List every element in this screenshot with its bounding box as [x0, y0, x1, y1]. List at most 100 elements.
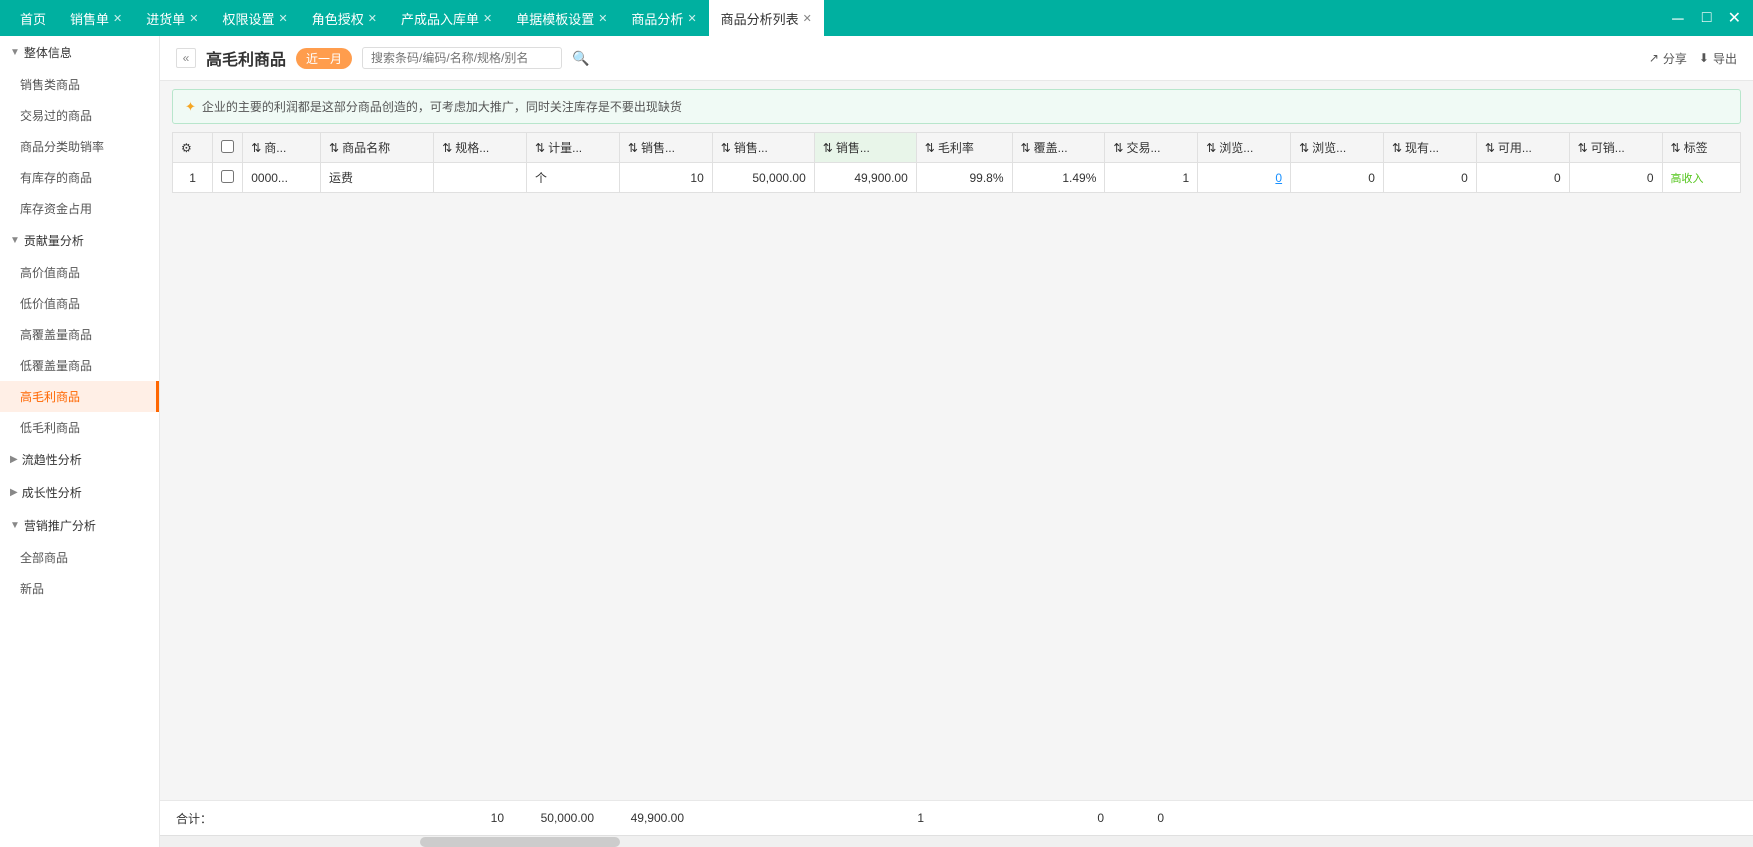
nav-purchase-label: 进货单 [146, 9, 185, 28]
cell-coverage: 1.49% [1012, 163, 1105, 193]
window-controls: － □ ✕ [1666, 6, 1745, 30]
sidebar-section-contribution[interactable]: ▼ 贡献量分析 [0, 224, 159, 257]
nav-permissions[interactable]: 权限设置 ✕ [210, 0, 299, 36]
col-coverage[interactable]: ⇅ 覆盖... [1012, 133, 1105, 163]
col-transactions-sort: ⇅ [1113, 141, 1123, 155]
sidebar-section-marketing-label: 营销推广分析 [24, 517, 96, 534]
row-checkbox[interactable] [221, 170, 234, 183]
window-maximize[interactable]: □ [1698, 9, 1716, 27]
window-minimize[interactable]: － [1666, 6, 1690, 30]
col-gross-margin[interactable]: ⇅ 毛利率 [916, 133, 1012, 163]
search-input[interactable] [362, 47, 562, 69]
sidebar-item-in-stock-goods[interactable]: 有库存的商品 [0, 162, 159, 193]
col-transactions[interactable]: ⇅ 交易... [1105, 133, 1198, 163]
sidebar-item-all-goods[interactable]: 全部商品 [0, 542, 159, 573]
col-tag-sort: ⇅ [1671, 141, 1681, 155]
sidebar-section-growth[interactable]: ▶ 成长性分析 [0, 476, 159, 509]
col-checkbox[interactable] [213, 133, 243, 163]
cell-sales-cost: 49,900.00 [814, 163, 916, 193]
nav-product-analysis-list[interactable]: 商品分析列表 ✕ [709, 0, 824, 36]
col-views1[interactable]: ⇅ 浏览... [1198, 133, 1291, 163]
sidebar-section-marketing[interactable]: ▼ 营销推广分析 [0, 509, 159, 542]
nav-product-analysis-list-close[interactable]: ✕ [803, 12, 812, 25]
horizontal-scrollbar[interactable] [160, 835, 1753, 847]
sidebar-section-marketing-arrow: ▼ [10, 520, 20, 531]
horizontal-scrollbar-thumb[interactable] [420, 837, 620, 847]
sidebar-item-new-products[interactable]: 新品 [0, 573, 159, 604]
col-sales-cost[interactable]: ⇅ 销售... [814, 133, 916, 163]
search-icon[interactable]: 🔍 [572, 50, 589, 67]
nav-roles-close[interactable]: ✕ [368, 12, 377, 25]
share-button[interactable]: ↗ 分享 [1649, 50, 1687, 67]
sidebar-section-growth-arrow: ▶ [10, 487, 18, 498]
col-name[interactable]: ⇅ 商品名称 [321, 133, 434, 163]
col-unit[interactable]: ⇅ 计量... [527, 133, 620, 163]
col-current-stock[interactable]: ⇅ 现有... [1383, 133, 1476, 163]
sidebar-item-traded-goods[interactable]: 交易过的商品 [0, 100, 159, 131]
col-saleable-stock[interactable]: ⇅ 可销... [1569, 133, 1662, 163]
nav-permissions-close[interactable]: ✕ [279, 12, 288, 25]
footer-spacer2 [692, 809, 872, 827]
col-gross-margin-sort: ⇅ [925, 141, 935, 155]
nav-home[interactable]: 首页 [8, 0, 58, 36]
col-name-sort: ⇅ [329, 141, 339, 155]
sidebar-item-sales-goods[interactable]: 销售类商品 [0, 69, 159, 100]
col-sales-qty[interactable]: ⇅ 销售... [619, 133, 712, 163]
col-views2[interactable]: ⇅ 浏览... [1291, 133, 1384, 163]
nav-product-inbound-close[interactable]: ✕ [483, 12, 492, 25]
nav-product-analysis[interactable]: 商品分析 ✕ [619, 0, 708, 36]
select-all-checkbox[interactable] [221, 140, 234, 153]
table-row: 1 0000... 运费 [173, 163, 1741, 193]
nav-sales-close[interactable]: ✕ [113, 12, 122, 25]
nav-purchase-close[interactable]: ✕ [189, 12, 198, 25]
nav-sales[interactable]: 销售单 ✕ [58, 0, 134, 36]
top-navigation: 首页 销售单 ✕ 进货单 ✕ 权限设置 ✕ 角色授权 ✕ 产成品入库单 ✕ 单据… [0, 0, 1753, 36]
cell-views1[interactable]: 0 [1198, 163, 1291, 193]
sidebar-section-overview[interactable]: ▼ 整体信息 [0, 36, 159, 69]
nav-product-inbound[interactable]: 产成品入库单 ✕ [389, 0, 504, 36]
nav-product-analysis-label: 商品分析 [631, 9, 683, 28]
export-icon: ⬇ [1699, 51, 1709, 65]
data-table: ⚙ ⇅ 商... ⇅ [172, 132, 1741, 193]
col-available-stock[interactable]: ⇅ 可用... [1476, 133, 1569, 163]
col-code[interactable]: ⇅ 商... [243, 133, 321, 163]
sidebar-item-category-rate[interactable]: 商品分类助销率 [0, 131, 159, 162]
sidebar-item-inventory-capital[interactable]: 库存资金占用 [0, 193, 159, 224]
col-settings[interactable]: ⚙ [173, 133, 213, 163]
footer-sales-amount: 50,000.00 [512, 809, 602, 827]
window-close[interactable]: ✕ [1724, 8, 1745, 28]
cell-checkbox[interactable] [213, 163, 243, 193]
col-spec[interactable]: ⇅ 规格... [434, 133, 527, 163]
info-banner: ✦ 企业的主要的利润都是这部分商品创造的，可考虑加大推广，同时关注库存是不要出现… [172, 89, 1741, 124]
filter-period-button[interactable]: 近一月 [296, 48, 352, 69]
sidebar-section-trend[interactable]: ▶ 流趋性分析 [0, 443, 159, 476]
sidebar-item-low-margin[interactable]: 低毛利商品 [0, 412, 159, 443]
nav-purchase[interactable]: 进货单 ✕ [134, 0, 210, 36]
nav-product-inbound-label: 产成品入库单 [401, 9, 479, 28]
sidebar-section-contribution-label: 贡献量分析 [24, 232, 84, 249]
sidebar-item-high-margin[interactable]: 高毛利商品 [0, 381, 159, 412]
nav-roles[interactable]: 角色授权 ✕ [300, 0, 389, 36]
cell-views2: 0 [1291, 163, 1384, 193]
cell-available-stock: 0 [1476, 163, 1569, 193]
sidebar-item-high-value[interactable]: 高价值商品 [0, 257, 159, 288]
sidebar-section-trend-label: 流趋性分析 [22, 451, 82, 468]
sidebar-item-high-coverage[interactable]: 高覆盖量商品 [0, 319, 159, 350]
col-sales-amount[interactable]: ⇅ 销售... [712, 133, 814, 163]
export-button[interactable]: ⬇ 导出 [1699, 50, 1737, 67]
sidebar-item-low-value[interactable]: 低价值商品 [0, 288, 159, 319]
col-available-stock-sort: ⇅ [1485, 141, 1495, 155]
sidebar-item-low-coverage[interactable]: 低覆盖量商品 [0, 350, 159, 381]
nav-product-analysis-close[interactable]: ✕ [687, 12, 696, 25]
nav-template-close[interactable]: ✕ [598, 12, 607, 25]
col-tag[interactable]: ⇅ 标签 [1662, 133, 1740, 163]
nav-sales-label: 销售单 [70, 9, 109, 28]
page-title: 高毛利商品 [206, 46, 286, 70]
nav-template[interactable]: 单据模板设置 ✕ [504, 0, 619, 36]
content-panel: « 高毛利商品 近一月 🔍 ↗ 分享 ⬇ 导出 ✦ 企业的主要的利润都是这部分商… [160, 36, 1753, 847]
table-container: ⚙ ⇅ 商... ⇅ [160, 124, 1753, 800]
footer-sales-qty: 10 [432, 809, 512, 827]
sidebar-section-overview-arrow: ▼ [10, 47, 20, 58]
sidebar-collapse-button[interactable]: « [176, 48, 196, 68]
nav-template-label: 单据模板设置 [516, 9, 594, 28]
